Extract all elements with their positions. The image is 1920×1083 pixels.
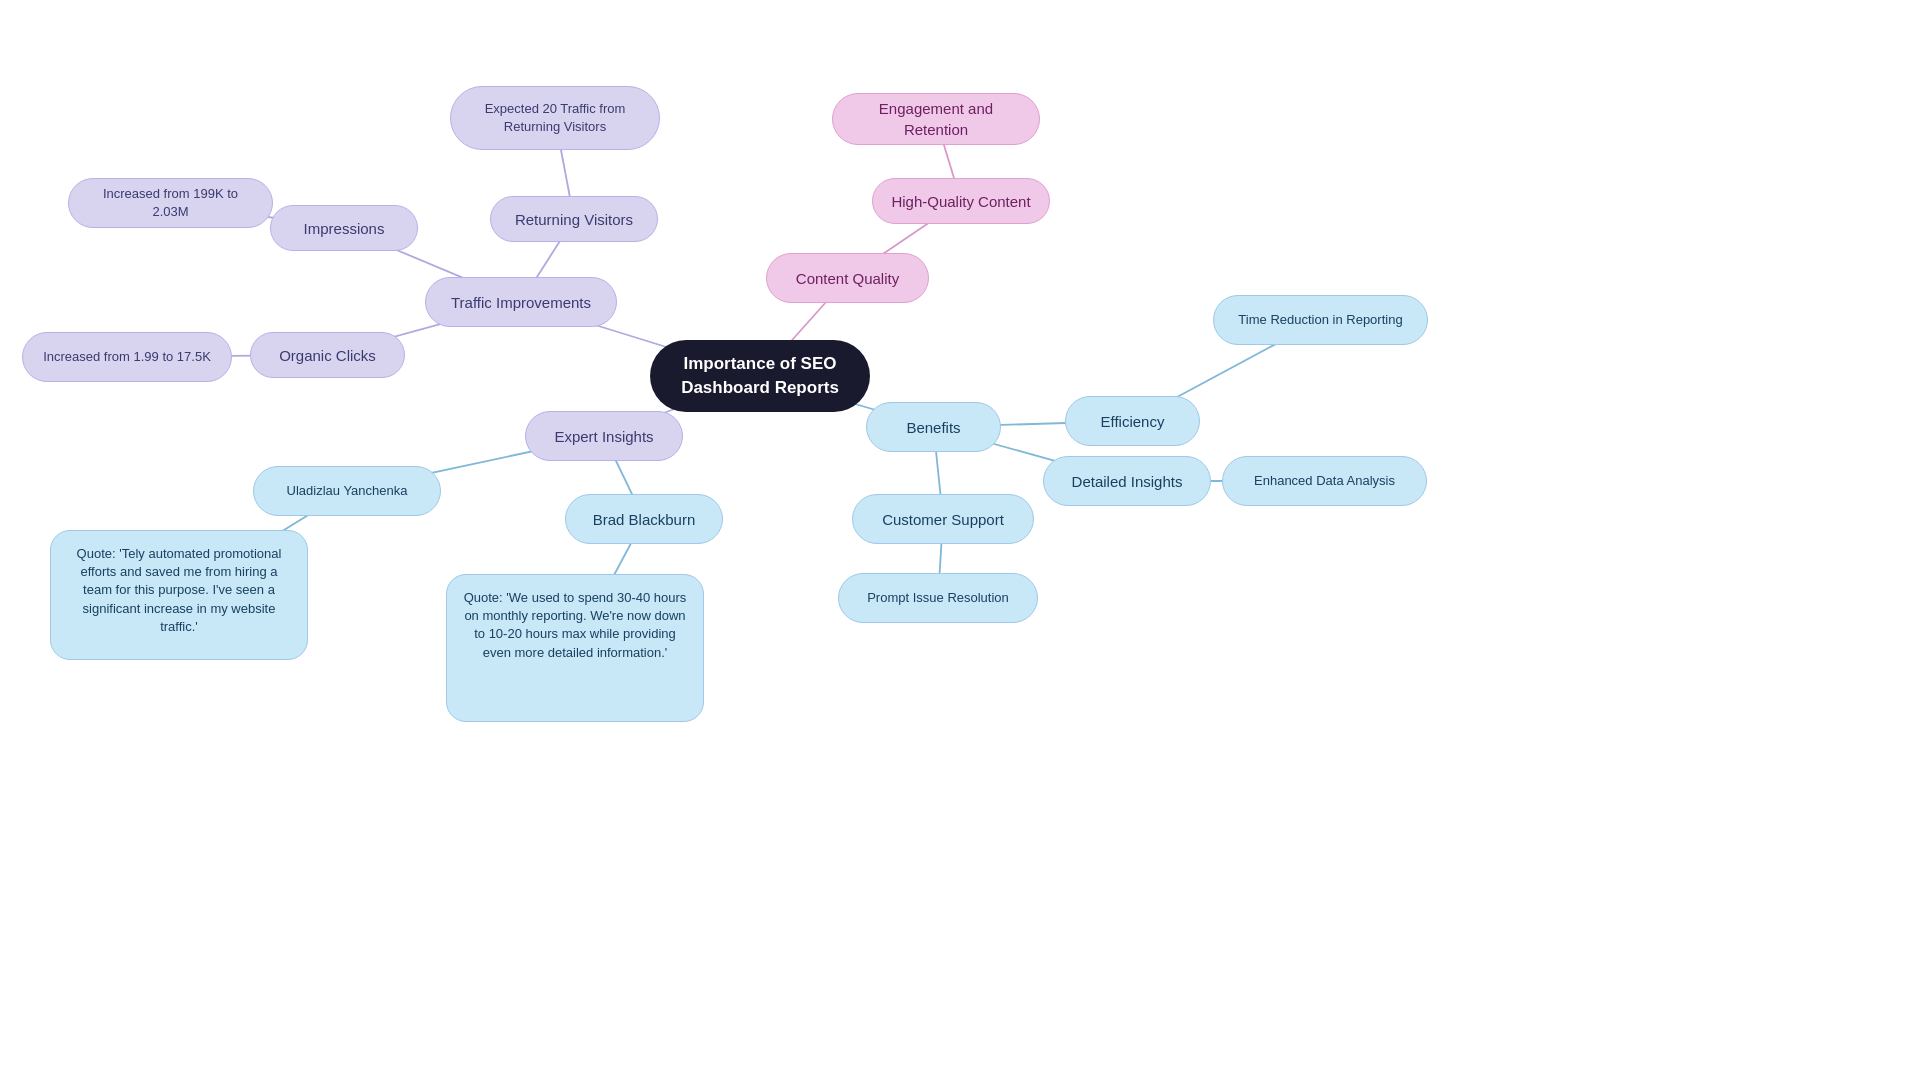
expected-node: Expected 20 Traffic from Returning Visit… xyxy=(450,86,660,150)
enhanced-label: Enhanced Data Analysis xyxy=(1254,472,1395,490)
expert-label: Expert Insights xyxy=(554,426,653,447)
brad-label: Brad Blackburn xyxy=(593,509,696,530)
engagement-label: Engagement and Retention xyxy=(851,98,1021,140)
organic-node: Organic Clicks xyxy=(250,332,405,378)
enhanced-node: Enhanced Data Analysis xyxy=(1222,456,1427,506)
uladizlau-label: Uladizlau Yanchenka xyxy=(287,482,408,500)
hq-content-label: High-Quality Content xyxy=(891,191,1030,212)
center-label: Importance of SEO Dashboard Reports xyxy=(668,352,852,400)
detailed-node: Detailed Insights xyxy=(1043,456,1211,506)
increased-impressions-node: Increased from 199K to 2.03M xyxy=(68,178,273,228)
brad-quote-label: Quote: 'We used to spend 30-40 hours on … xyxy=(463,589,687,662)
prompt-node: Prompt Issue Resolution xyxy=(838,573,1038,623)
time-reduction-label: Time Reduction in Reporting xyxy=(1238,311,1402,329)
content-quality-node: Content Quality xyxy=(766,253,929,303)
increased-impressions-label: Increased from 199K to 2.03M xyxy=(87,185,254,221)
returning-label: Returning Visitors xyxy=(515,209,633,230)
increased-organic-node: Increased from 1.99 to 17.5K xyxy=(22,332,232,382)
customer-node: Customer Support xyxy=(852,494,1034,544)
brad-quote-node: Quote: 'We used to spend 30-40 hours on … xyxy=(446,574,704,722)
hq-content-node: High-Quality Content xyxy=(872,178,1050,224)
increased-organic-label: Increased from 1.99 to 17.5K xyxy=(43,348,211,366)
content-quality-label: Content Quality xyxy=(796,268,899,289)
efficiency-label: Efficiency xyxy=(1101,411,1165,432)
organic-label: Organic Clicks xyxy=(279,345,376,366)
prompt-label: Prompt Issue Resolution xyxy=(867,589,1009,607)
detailed-label: Detailed Insights xyxy=(1072,471,1183,492)
expert-node: Expert Insights xyxy=(525,411,683,461)
expected-label: Expected 20 Traffic from Returning Visit… xyxy=(469,100,641,136)
benefits-node: Benefits xyxy=(866,402,1001,452)
time-reduction-node: Time Reduction in Reporting xyxy=(1213,295,1428,345)
efficiency-node: Efficiency xyxy=(1065,396,1200,446)
engagement-node: Engagement and Retention xyxy=(832,93,1040,145)
traffic-node: Traffic Improvements xyxy=(425,277,617,327)
returning-node: Returning Visitors xyxy=(490,196,658,242)
impressions-label: Impressions xyxy=(304,218,385,239)
benefits-label: Benefits xyxy=(906,417,960,438)
brad-node: Brad Blackburn xyxy=(565,494,723,544)
customer-label: Customer Support xyxy=(882,509,1004,530)
impressions-node: Impressions xyxy=(270,205,418,251)
uladizlau-node: Uladizlau Yanchenka xyxy=(253,466,441,516)
center-node: Importance of SEO Dashboard Reports xyxy=(650,340,870,412)
uladizlau-quote-node: Quote: 'Tely automated promotional effor… xyxy=(50,530,308,660)
uladizlau-quote-label: Quote: 'Tely automated promotional effor… xyxy=(67,545,291,636)
traffic-label: Traffic Improvements xyxy=(451,292,591,313)
